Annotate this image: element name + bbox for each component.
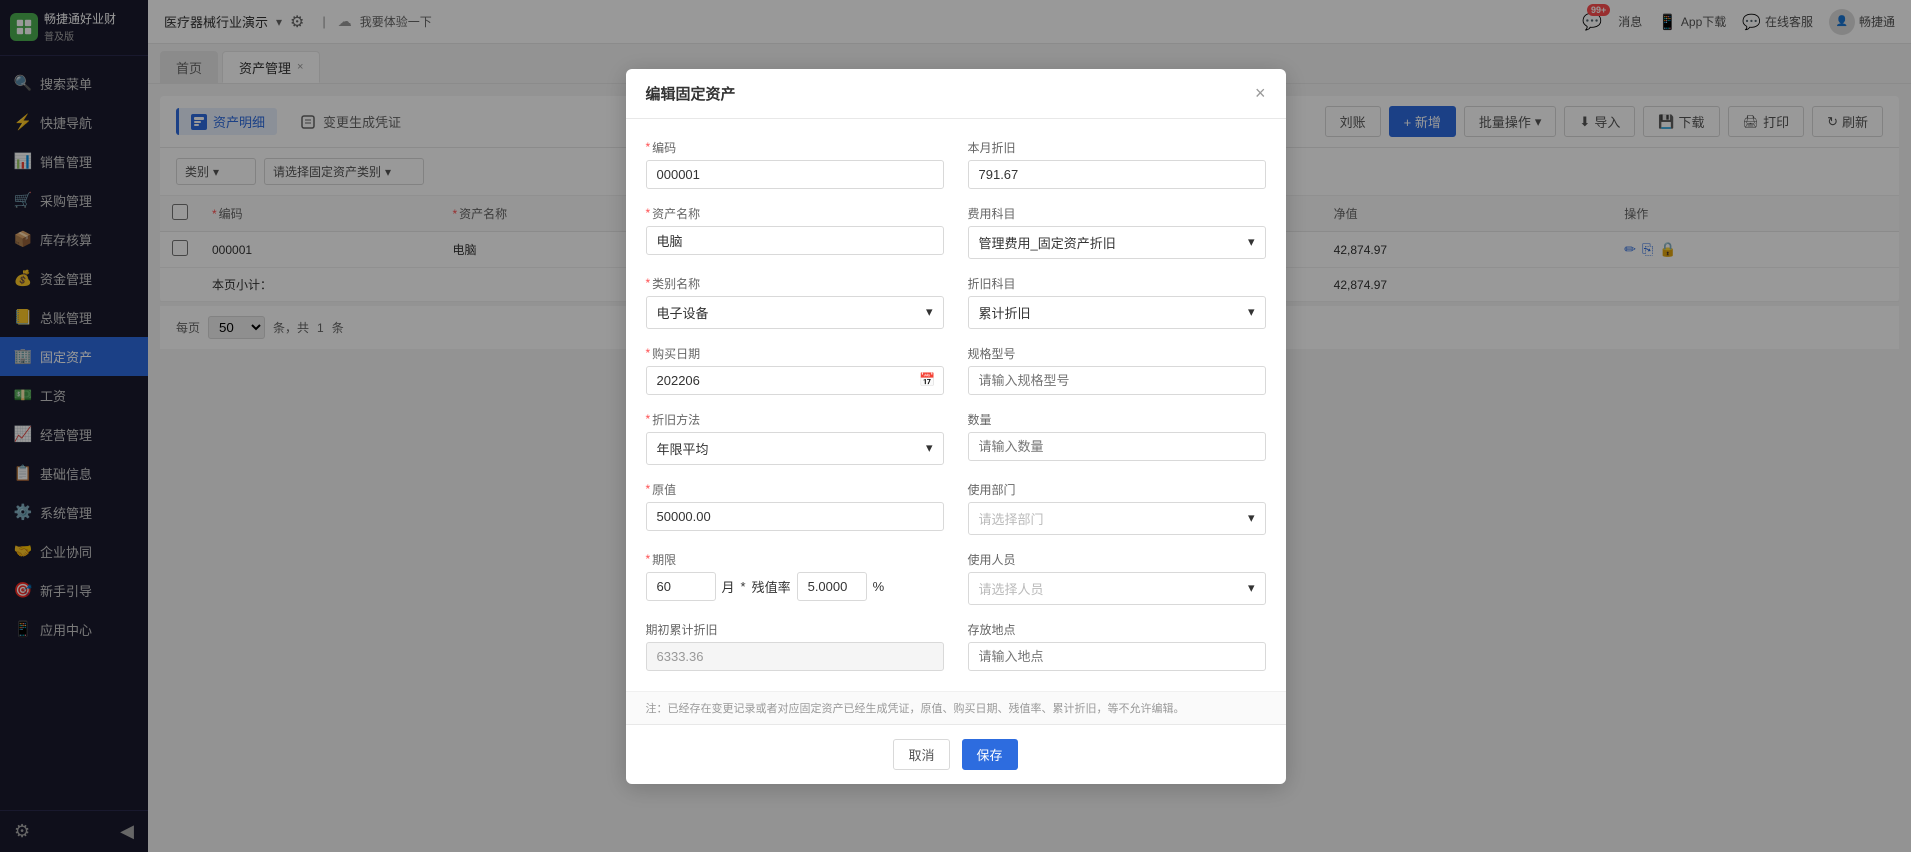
modal-overlay[interactable]: 编辑固定资产 × * 编码 本月折旧	[0, 0, 1911, 852]
form-field-asset-name: * 资产名称	[646, 205, 944, 259]
location-label: 存放地点	[968, 621, 1266, 638]
quantity-label: 数量	[968, 411, 1266, 428]
form-field-dep-account: 折旧科目 累计折旧 ▾	[968, 275, 1266, 329]
quantity-input[interactable]	[968, 432, 1266, 461]
residual-rate-input[interactable]	[797, 572, 867, 601]
period-input[interactable]	[646, 572, 716, 601]
department-label: 使用部门	[968, 481, 1266, 498]
form-field-monthly-dep: 本月折旧	[968, 139, 1266, 189]
asset-name-input[interactable]	[646, 226, 944, 255]
expense-account-select[interactable]: 管理费用_固定资产折旧 ▾	[968, 226, 1266, 259]
form-field-period: * 期限 月 * 残值率 %	[646, 551, 944, 605]
original-value-input[interactable]	[646, 502, 944, 531]
form-field-expense-account: 费用科目 管理费用_固定资产折旧 ▾	[968, 205, 1266, 259]
purchase-date-label: * 购买日期	[646, 345, 944, 362]
period-residual-wrapper: 月 * 残值率 %	[646, 572, 944, 601]
category-dropdown-icon: ▾	[926, 304, 933, 320]
dep-method-select[interactable]: 年限平均 ▾	[646, 432, 944, 465]
department-dropdown-icon: ▾	[1248, 510, 1255, 526]
modal-body: * 编码 本月折旧 * 资产名称	[626, 119, 1286, 691]
form-field-location: 存放地点	[968, 621, 1266, 671]
code-label: * 编码	[646, 139, 944, 156]
period-label: * 期限	[646, 551, 944, 568]
purchase-date-wrapper: 📅	[646, 366, 944, 395]
monthly-dep-input[interactable]	[968, 160, 1266, 189]
monthly-dep-label: 本月折旧	[968, 139, 1266, 156]
code-input[interactable]	[646, 160, 944, 189]
dep-account-select[interactable]: 累计折旧 ▾	[968, 296, 1266, 329]
modal-footer: 取消 保存	[626, 724, 1286, 784]
dep-account-label: 折旧科目	[968, 275, 1266, 292]
form-field-category: * 类别名称 电子设备 ▾	[646, 275, 944, 329]
asset-name-label: * 资产名称	[646, 205, 944, 222]
department-select[interactable]: 请选择部门 ▾	[968, 502, 1266, 535]
edit-asset-modal: 编辑固定资产 × * 编码 本月折旧	[626, 69, 1286, 784]
form-field-purchase-date: * 购买日期 📅	[646, 345, 944, 395]
save-button[interactable]: 保存	[962, 739, 1018, 770]
person-label: 使用人员	[968, 551, 1266, 568]
form-field-dep-method: * 折旧方法 年限平均 ▾	[646, 411, 944, 465]
form-field-quantity: 数量	[968, 411, 1266, 465]
form-field-code: * 编码	[646, 139, 944, 189]
dep-method-dropdown-icon: ▾	[926, 440, 933, 456]
form-field-initial-dep: 期初累计折旧	[646, 621, 944, 671]
purchase-date-input[interactable]	[646, 366, 944, 395]
dep-account-dropdown-icon: ▾	[1248, 304, 1255, 320]
dropdown-icon: ▾	[1248, 234, 1255, 250]
spec-label: 规格型号	[968, 345, 1266, 362]
form-field-person: 使用人员 请选择人员 ▾	[968, 551, 1266, 605]
modal-header: 编辑固定资产 ×	[626, 69, 1286, 119]
original-value-label: * 原值	[646, 481, 944, 498]
calendar-icon[interactable]: 📅	[919, 372, 935, 388]
category-label: * 类别名称	[646, 275, 944, 292]
form-field-original-value: * 原值	[646, 481, 944, 535]
modal-close-button[interactable]: ×	[1255, 83, 1266, 104]
person-select[interactable]: 请选择人员 ▾	[968, 572, 1266, 605]
cancel-button[interactable]: 取消	[893, 739, 949, 770]
initial-dep-input[interactable]	[646, 642, 944, 671]
modal-form: * 编码 本月折旧 * 资产名称	[646, 139, 1266, 671]
category-select[interactable]: 电子设备 ▾	[646, 296, 944, 329]
initial-dep-label: 期初累计折旧	[646, 621, 944, 638]
location-input[interactable]	[968, 642, 1266, 671]
person-dropdown-icon: ▾	[1248, 580, 1255, 596]
form-field-spec: 规格型号	[968, 345, 1266, 395]
modal-note: 注：已经存在变更记录或者对应固定资产已经生成凭证，原值、购买日期、残值率、累计折…	[626, 691, 1286, 724]
dep-method-label: * 折旧方法	[646, 411, 944, 428]
spec-input[interactable]	[968, 366, 1266, 395]
form-field-department: 使用部门 请选择部门 ▾	[968, 481, 1266, 535]
expense-account-label: 费用科目	[968, 205, 1266, 222]
modal-title: 编辑固定资产	[646, 83, 736, 104]
